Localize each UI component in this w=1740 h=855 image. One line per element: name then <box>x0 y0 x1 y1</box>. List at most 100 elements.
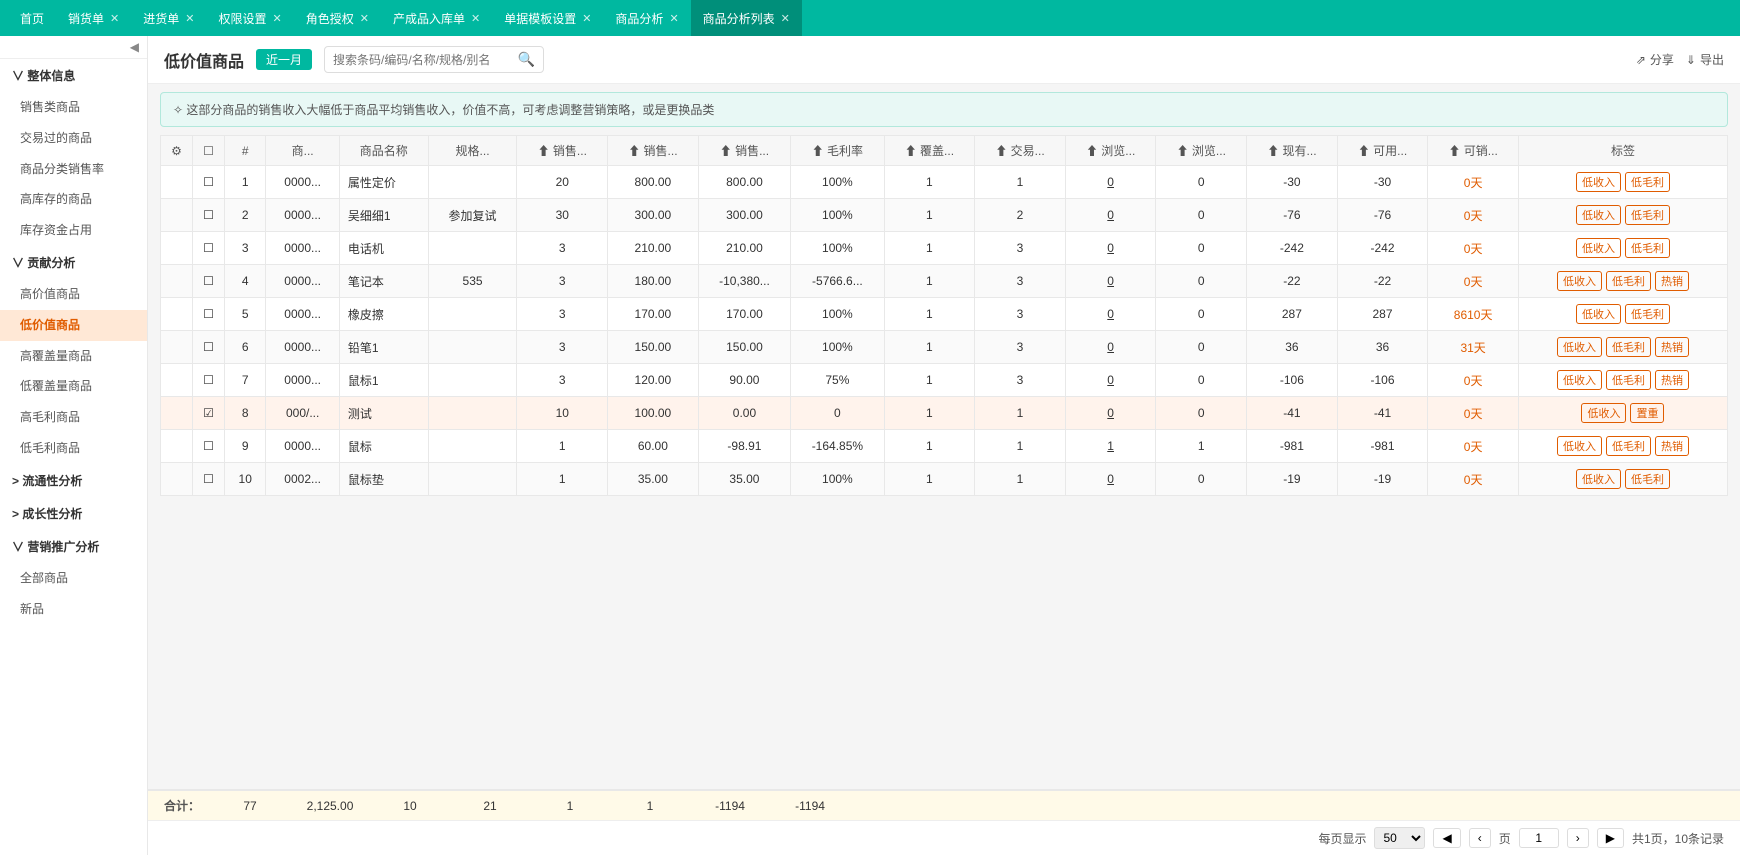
browse1-col-header[interactable]: ⬆ 浏览... <box>1065 136 1156 166</box>
nav-home[interactable]: 首页 <box>8 0 56 36</box>
sidebar-item-inventory-capital[interactable]: 库存资金占用 <box>0 215 147 246</box>
sidebar-item-high-profit[interactable]: 高毛利商品 <box>0 402 147 433</box>
sidebar-collapse-button[interactable]: ◀ <box>130 40 139 54</box>
sidebar-group-circulation[interactable]: > 流通性分析 <box>0 464 147 497</box>
available-col-header[interactable]: ⬆ 可用... <box>1337 136 1428 166</box>
checkbox-cell[interactable]: ☐ <box>193 232 225 265</box>
browse1-cell[interactable]: 0 <box>1065 364 1156 397</box>
browse-link[interactable]: 1 <box>1107 439 1114 453</box>
spec-col-header[interactable]: 规格... <box>428 136 517 166</box>
table-footer: 合计： 77 2,125.00 10 21 1 1 -1194 -1194 <box>148 789 1740 820</box>
browse-link[interactable]: 0 <box>1107 373 1114 387</box>
checkbox-cell[interactable]: ☐ <box>193 298 225 331</box>
browse1-cell[interactable]: 0 <box>1065 166 1156 199</box>
close-icon[interactable]: ✕ <box>471 12 480 25</box>
coverage-col-header[interactable]: ⬆ 覆盖... <box>884 136 975 166</box>
browse-link[interactable]: 0 <box>1107 274 1114 288</box>
close-icon[interactable]: ✕ <box>185 12 194 25</box>
nav-purchase-order[interactable]: 进货单 ✕ <box>131 0 206 36</box>
checkbox-cell[interactable]: ☐ <box>193 199 225 232</box>
sales3-cell: -10,380... <box>698 265 790 298</box>
gross-rate-col-header[interactable]: ⬆ 毛利率 <box>791 136 884 166</box>
sidebar-item-new-products[interactable]: 新品 <box>0 594 147 625</box>
current-col-header[interactable]: ⬆ 现有... <box>1247 136 1338 166</box>
period-button[interactable]: 近一月 <box>256 49 312 70</box>
trade-col-header[interactable]: ⬆ 交易... <box>975 136 1066 166</box>
nav-product-analysis-list[interactable]: 商品分析列表 ✕ <box>691 0 802 36</box>
sidebar-item-high-inventory[interactable]: 高库存的商品 <box>0 184 147 215</box>
sales3-col-header[interactable]: ⬆ 销售... <box>698 136 790 166</box>
sidebar-item-high-value[interactable]: 高价值商品 <box>0 279 147 310</box>
nav-role-auth[interactable]: 角色授权 ✕ <box>294 0 381 36</box>
sidebar-item-sales-products[interactable]: 销售类商品 <box>0 92 147 123</box>
close-icon[interactable]: ✕ <box>582 12 591 25</box>
checkbox-cell[interactable]: ☐ <box>193 166 225 199</box>
checkbox-cell[interactable]: ☐ <box>193 463 225 496</box>
sidebar-item-low-profit[interactable]: 低毛利商品 <box>0 433 147 464</box>
sidebar-group-contribution[interactable]: ∨ 贡献分析 <box>0 246 147 279</box>
nav-product-analysis[interactable]: 商品分析 ✕ <box>603 0 690 36</box>
page-size-select[interactable]: 50 100 200 <box>1374 827 1425 849</box>
browse1-cell[interactable]: 0 <box>1065 463 1156 496</box>
sales2-cell: 120.00 <box>608 364 699 397</box>
checkbox-cell[interactable]: ☐ <box>193 364 225 397</box>
browse-link[interactable]: 0 <box>1107 340 1114 354</box>
nav-permissions[interactable]: 权限设置 ✕ <box>206 0 293 36</box>
checkbox-cell[interactable]: ☐ <box>193 331 225 364</box>
browse1-cell[interactable]: 1 <box>1065 430 1156 463</box>
checkbox-cell[interactable]: ☐ <box>193 265 225 298</box>
browse-link[interactable]: 0 <box>1107 241 1114 255</box>
nav-product-entry[interactable]: 产成品入库单 ✕ <box>381 0 492 36</box>
browse2-col-header[interactable]: ⬆ 浏览... <box>1156 136 1247 166</box>
browse1-cell[interactable]: 0 <box>1065 331 1156 364</box>
close-icon[interactable]: ✕ <box>110 12 119 25</box>
name-col-header[interactable]: 商品名称 <box>339 136 428 166</box>
rate-cell: -164.85% <box>791 430 884 463</box>
browse-link[interactable]: 0 <box>1107 175 1114 189</box>
sidebar-item-high-coverage[interactable]: 高覆盖量商品 <box>0 341 147 372</box>
sidebar-item-all-products[interactable]: 全部商品 <box>0 563 147 594</box>
tags-cell: 低收入低毛利 <box>1518 463 1727 496</box>
settings-col-header[interactable]: ⚙ <box>161 136 193 166</box>
checkbox-cell[interactable]: ☐ <box>193 430 225 463</box>
prev-page-button[interactable]: ‹ <box>1469 828 1491 848</box>
next-page-button[interactable]: › <box>1567 828 1589 848</box>
content-area: 低价值商品 近一月 🔍 ⇗ 分享 ⇓ 导出 ✧ 这部分商品的销售收入大幅低于商品… <box>148 36 1740 855</box>
close-icon[interactable]: ✕ <box>781 12 790 25</box>
browse-link[interactable]: 0 <box>1107 307 1114 321</box>
nav-sales-order[interactable]: 销货单 ✕ <box>56 0 131 36</box>
sidebar-item-traded-products[interactable]: 交易过的商品 <box>0 123 147 154</box>
available-cell: -76 <box>1337 199 1428 232</box>
export-button[interactable]: ⇓ 导出 <box>1686 51 1724 68</box>
browse1-cell[interactable]: 0 <box>1065 265 1156 298</box>
browse1-cell[interactable]: 0 <box>1065 232 1156 265</box>
checkbox-col-header[interactable]: ☐ <box>193 136 225 166</box>
checkbox-cell[interactable]: ☑ <box>193 397 225 430</box>
browse1-cell[interactable]: 0 <box>1065 298 1156 331</box>
search-icon[interactable]: 🔍 <box>518 51 535 68</box>
sales1-col-header[interactable]: ⬆ 销售... <box>517 136 608 166</box>
sidebar-item-low-coverage[interactable]: 低覆盖量商品 <box>0 371 147 402</box>
browse-link[interactable]: 0 <box>1107 472 1114 486</box>
last-page-button[interactable]: ▶ <box>1597 828 1624 848</box>
sidebar-item-low-value[interactable]: 低价值商品 <box>0 310 147 341</box>
first-page-button[interactable]: ◀ <box>1433 828 1460 848</box>
browse-link[interactable]: 0 <box>1107 406 1114 420</box>
sales2-col-header[interactable]: ⬆ 销售... <box>608 136 699 166</box>
search-input[interactable] <box>333 53 512 67</box>
close-icon[interactable]: ✕ <box>669 12 678 25</box>
close-icon[interactable]: ✕ <box>360 12 369 25</box>
sidebar-group-marketing[interactable]: ∨ 营销推广分析 <box>0 530 147 563</box>
page-number-input[interactable] <box>1519 828 1559 848</box>
browse1-cell[interactable]: 0 <box>1065 199 1156 232</box>
close-icon[interactable]: ✕ <box>273 12 282 25</box>
browse1-cell[interactable]: 0 <box>1065 397 1156 430</box>
sidebar-group-overview[interactable]: ∨ 整体信息 <box>0 59 147 92</box>
nav-template-settings[interactable]: 单据模板设置 ✕ <box>492 0 603 36</box>
code-col-header[interactable]: 商... <box>266 136 339 166</box>
browse-link[interactable]: 0 <box>1107 208 1114 222</box>
share-button[interactable]: ⇗ 分享 <box>1636 51 1674 68</box>
sidebar-group-growth[interactable]: > 成长性分析 <box>0 497 147 530</box>
sidebar-item-category-sales-rate[interactable]: 商品分类销售率 <box>0 154 147 185</box>
sellable-col-header[interactable]: ⬆ 可销... <box>1428 136 1519 166</box>
